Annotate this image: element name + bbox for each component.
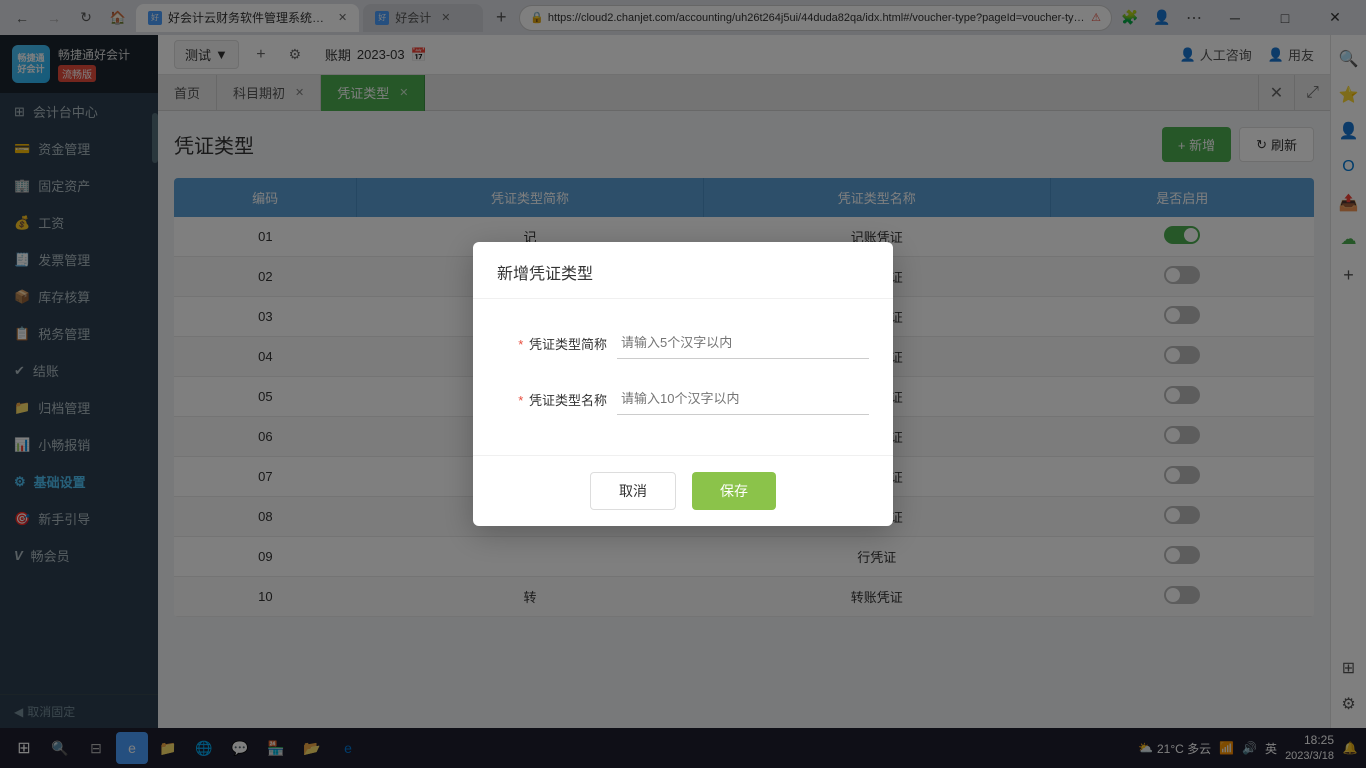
short-name-label: * 凭证类型简称: [497, 334, 607, 353]
modal-body: * 凭证类型简称 * 凭证类型名称: [473, 299, 893, 455]
modal: 新增凭证类型 * 凭证类型简称 * 凭证类型名称 取消 保存: [473, 242, 893, 526]
full-name-input[interactable]: [617, 383, 869, 415]
required-star: *: [518, 337, 523, 352]
modal-title: 新增凭证类型: [497, 266, 593, 283]
form-row-full: * 凭证类型名称: [497, 383, 869, 415]
required-star2: *: [518, 393, 523, 408]
form-row-short: * 凭证类型简称: [497, 327, 869, 359]
full-name-label: * 凭证类型名称: [497, 390, 607, 409]
modal-header: 新增凭证类型: [473, 242, 893, 299]
short-name-input[interactable]: [617, 327, 869, 359]
modal-footer: 取消 保存: [473, 455, 893, 526]
save-button[interactable]: 保存: [692, 472, 776, 510]
cancel-button[interactable]: 取消: [590, 472, 676, 510]
modal-overlay: 新增凭证类型 * 凭证类型简称 * 凭证类型名称 取消 保存: [0, 0, 1366, 768]
